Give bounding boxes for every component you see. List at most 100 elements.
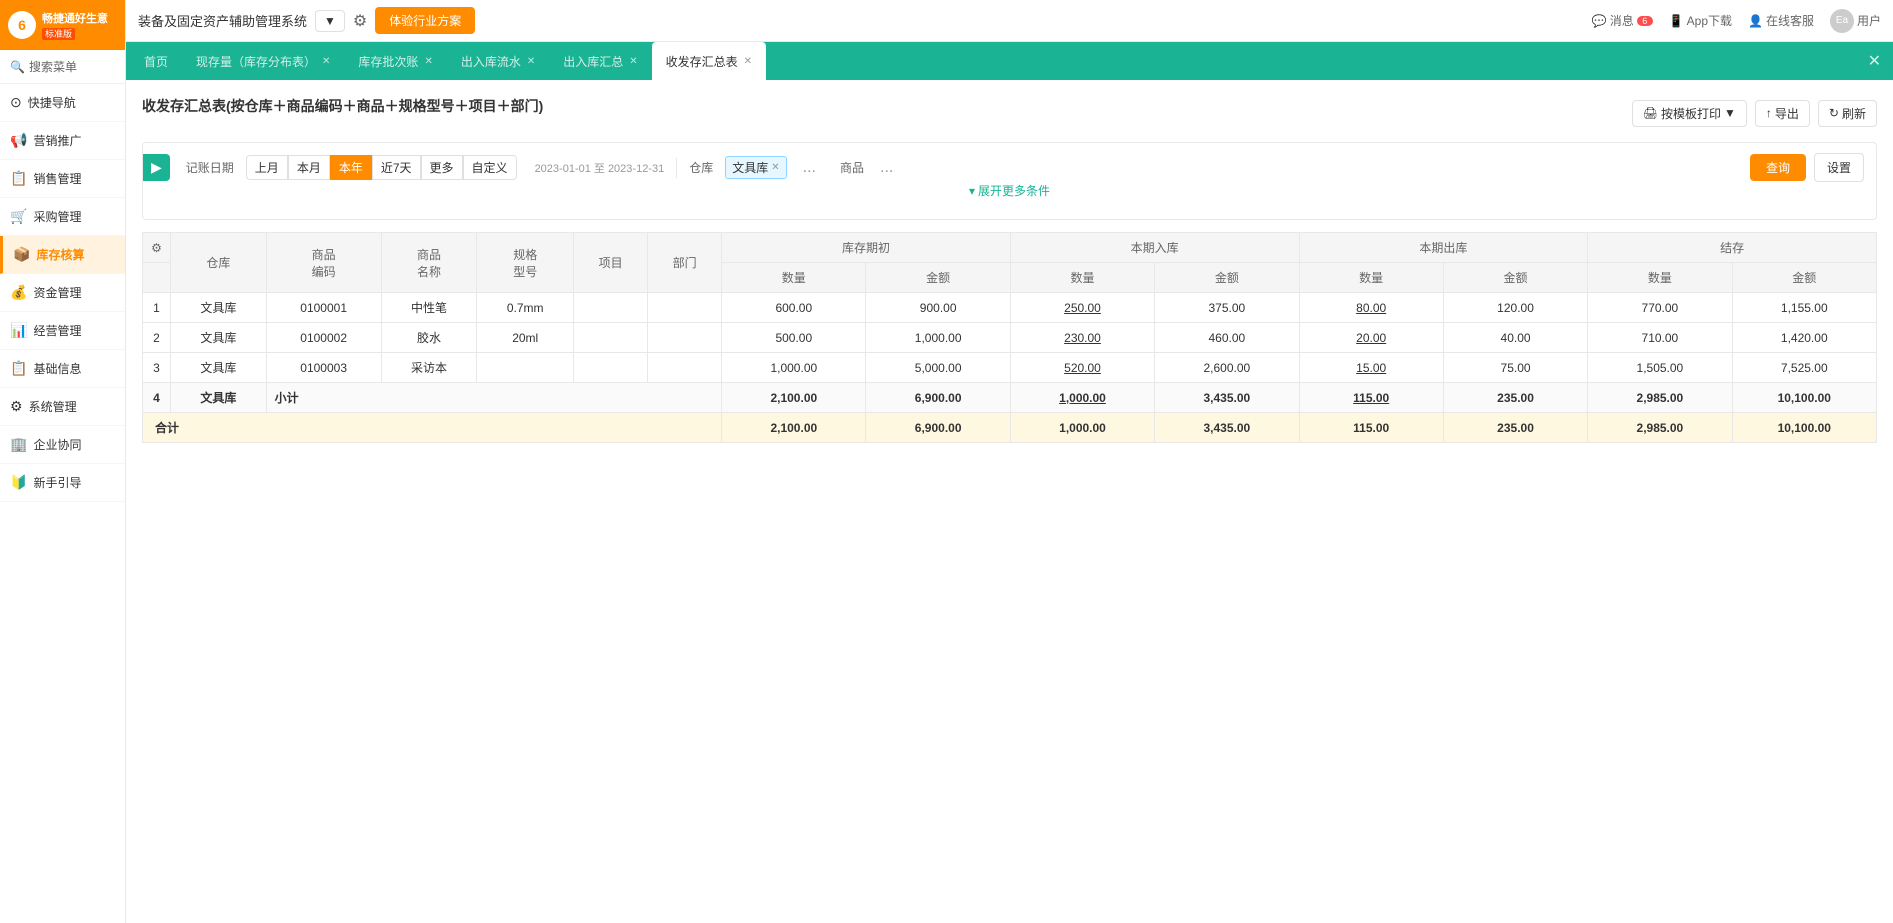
total-in-amt: 3,435.00 [1155,413,1299,443]
tab-recv-send-summary[interactable]: 收发存汇总表 ✕ [652,42,766,80]
msg-item[interactable]: 💬 消息 6 [1592,12,1653,29]
sidebar-item-finance[interactable]: 💰 资金管理 [0,274,125,312]
warehouse-tag-close-icon[interactable]: ✕ [771,162,779,173]
sidebar-item-quick-nav[interactable]: ⊙ 快捷导航 [0,84,125,122]
operations-icon: 📊 [10,322,27,339]
tab-home[interactable]: 首页 [130,42,182,80]
row-close-amt: 7,525.00 [1732,353,1876,383]
topbar: 装备及固定资产辅助管理系统 ▼ ⚙ 体验行业方案 💬 消息 6 📱 App下载 … [126,0,1893,42]
row-in-qty[interactable]: 250.00 [1010,293,1154,323]
row-in-qty[interactable]: 520.00 [1010,353,1154,383]
sidebar-item-purchase[interactable]: 🛒 采购管理 [0,198,125,236]
export-btn[interactable]: ↑ 导出 [1755,100,1810,127]
row-out-amt: 120.00 [1443,293,1587,323]
dropdown-arrow-icon: ▼ [324,14,336,28]
service-item[interactable]: 👤 在线客服 [1748,12,1814,29]
filter-row: ▶ 记账日期 上月 本月 本年 近7天 更多 自定义 2023-01-01 至 … [155,153,1864,182]
sidebar-item-label: 新手引导 [33,474,81,491]
tab-close-icon[interactable]: ✕ [322,56,330,67]
basic-info-icon: 📋 [10,360,27,377]
row-open-qty: 500.00 [722,323,866,353]
sidebar-item-label: 库存核算 [36,246,84,263]
date-btn-this-year[interactable]: 本年 [330,155,372,180]
marketing-icon: 📢 [10,132,27,149]
subtotal-label: 小计 [266,383,721,413]
row-in-qty[interactable]: 230.00 [1010,323,1154,353]
date-btn-last-month[interactable]: 上月 [246,155,288,180]
sidebar-item-label: 快捷导航 [28,94,76,111]
product-more-dots[interactable]: ... [880,159,893,177]
sidebar-item-operations[interactable]: 📊 经营管理 [0,312,125,350]
table-row: 2 文具库 0100002 胶水 20ml 500.00 1,000.00 23… [143,323,1877,353]
tab-bar: 首页 现存量（库存分布表） ✕ 库存批次账 ✕ 出入库流水 ✕ 出入库汇总 ✕ … [126,42,1893,80]
sidebar-item-inventory[interactable]: 📦 库存核算 [0,236,125,274]
row-in-amt: 2,600.00 [1155,353,1299,383]
tab-stock-dist[interactable]: 现存量（库存分布表） ✕ [182,42,344,80]
row-dept [648,323,722,353]
tab-close-icon[interactable]: ✕ [424,56,432,67]
total-open-amt: 6,900.00 [866,413,1010,443]
system-dropdown[interactable]: ▼ [315,10,345,32]
row-close-qty: 710.00 [1588,323,1732,353]
tab-close-icon[interactable]: ✕ [527,56,535,67]
sidebar-item-marketing[interactable]: 📢 营销推广 [0,122,125,160]
row-out-qty[interactable]: 20.00 [1299,323,1443,353]
trial-btn[interactable]: 体验行业方案 [375,7,475,34]
search-menu-item[interactable]: 🔍 搜索菜单 [0,50,125,84]
row-warehouse: 文具库 [171,323,267,353]
warehouse-tag-text: 文具库 [732,159,768,176]
query-btn[interactable]: 查询 [1750,154,1806,181]
tab-close-icon[interactable]: ✕ [629,56,637,67]
sidebar-item-basic-info[interactable]: 📋 基础信息 [0,350,125,388]
user-label: 用户 [1857,12,1881,29]
sidebar-item-corp[interactable]: 🏢 企业协同 [0,426,125,464]
th-open-qty: 数量 [722,263,866,293]
sidebar-item-guide[interactable]: 🔰 新手引导 [0,464,125,502]
warehouse-more-dots[interactable]: ... [803,159,816,177]
tab-close-icon[interactable]: ✕ [744,56,752,67]
subtotal-out-amt: 235.00 [1443,383,1587,413]
close-all-tabs-btn[interactable]: ✕ [1860,51,1889,71]
date-btn-this-month[interactable]: 本月 [288,155,330,180]
subtotal-row: 4 文具库 小计 2,100.00 6,900.00 1,000.00 3,43… [143,383,1877,413]
th-settings[interactable]: ⚙ [143,233,171,263]
refresh-btn[interactable]: ↻ 刷新 [1818,100,1877,127]
row-out-qty[interactable]: 80.00 [1299,293,1443,323]
gear-icon[interactable]: ⚙ [353,11,367,31]
subtotal-in-qty[interactable]: 1,000.00 [1010,383,1154,413]
row-index: 3 [143,353,171,383]
user-item[interactable]: Ea 用户 [1830,9,1881,33]
subtotal-in-amt: 3,435.00 [1155,383,1299,413]
tab-batch[interactable]: 库存批次账 ✕ [344,42,446,80]
table-settings-icon[interactable]: ⚙ [151,241,162,255]
date-btn-more[interactable]: 更多 [421,155,463,180]
filter-settings-btn[interactable]: 设置 [1814,153,1864,182]
tab-inout-summary[interactable]: 出入库汇总 ✕ [549,42,651,80]
subtotal-warehouse: 文具库 [171,383,267,413]
date-btn-7days[interactable]: 近7天 [372,155,421,180]
sidebar-item-sales[interactable]: 📋 销售管理 [0,160,125,198]
subtotal-out-qty[interactable]: 115.00 [1299,383,1443,413]
corp-icon: 🏢 [10,436,27,453]
filter-toggle-btn[interactable]: ▶ [143,154,170,181]
th-in-amt: 金额 [1155,263,1299,293]
row-out-qty[interactable]: 15.00 [1299,353,1443,383]
print-icon: 🖨 [1643,106,1658,120]
logo-text: 畅捷通好生意 标准版 [42,10,108,40]
subtotal-close-qty: 2,985.00 [1588,383,1732,413]
sidebar-item-system[interactable]: ⚙ 系统管理 [0,388,125,426]
row-close-amt: 1,155.00 [1732,293,1876,323]
row-dept [648,353,722,383]
sidebar-logo[interactable]: 6 畅捷通好生意 标准版 [0,0,125,50]
th-dept: 部门 [648,233,722,293]
app-download-item[interactable]: 📱 App下载 [1669,12,1732,29]
sidebar-item-label: 基础信息 [33,360,81,377]
sidebar-item-label: 系统管理 [29,398,77,415]
date-btn-custom[interactable]: 自定义 [463,155,517,180]
topbar-left: 装备及固定资产辅助管理系统 ▼ ⚙ 体验行业方案 [138,7,475,34]
tab-inout-flow[interactable]: 出入库流水 ✕ [447,42,549,80]
expand-conditions-btn[interactable]: ▾ 展开更多条件 [969,182,1050,199]
row-spec [477,353,574,383]
print-btn[interactable]: 🖨 按模板打印 ▼ [1632,100,1747,127]
sidebar: 6 畅捷通好生意 标准版 🔍 搜索菜单 ⊙ 快捷导航 📢 营销推广 📋 销售管理… [0,0,126,923]
